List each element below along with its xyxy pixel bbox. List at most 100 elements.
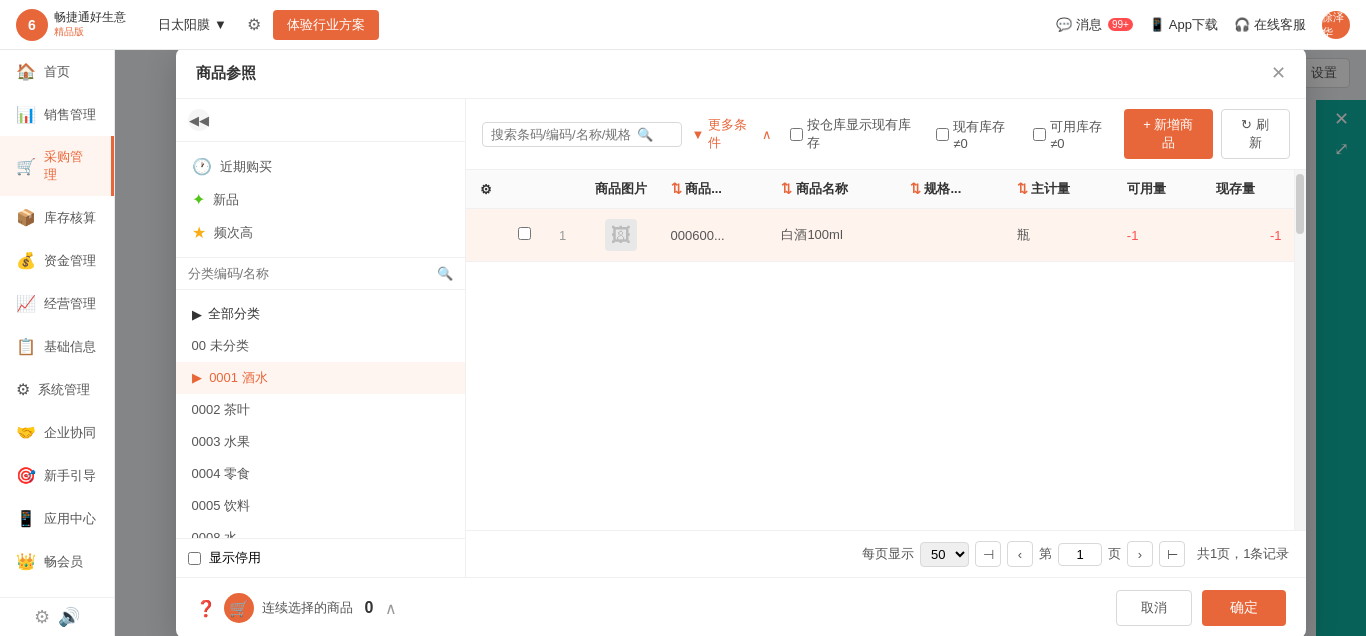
gear-icon[interactable]: ⚙ <box>247 15 261 34</box>
category-item-water[interactable]: 0008 水 <box>176 522 465 538</box>
message-icon: 💬 <box>1056 17 1072 32</box>
sidebar-item-enterprise[interactable]: 🤝 企业协同 <box>0 411 114 454</box>
available-stock-checkbox-input[interactable] <box>1033 128 1046 141</box>
confirm-button[interactable]: 确定 <box>1202 590 1286 626</box>
page-unit-label: 页 <box>1108 545 1121 563</box>
add-product-btn[interactable]: + 新增商品 <box>1124 109 1212 159</box>
modal-header: 商品参照 ✕ <box>176 50 1306 99</box>
recent-icon: 🕐 <box>192 157 212 176</box>
first-page-icon: ⊣ <box>983 547 994 562</box>
category-item-snacks[interactable]: 0004 零食 <box>176 458 465 490</box>
col-header-code: ⇅ 商品... <box>659 170 770 209</box>
sort-code-icon[interactable]: ⇅ <box>671 181 682 196</box>
app-download-item[interactable]: 📱 App下载 <box>1149 16 1218 34</box>
online-service-item[interactable]: 🎧 在线客服 <box>1234 16 1306 34</box>
col-header-name: ⇅ 商品名称 <box>769 170 897 209</box>
sidebar-item-inventory[interactable]: 📦 库存核算 <box>0 196 114 239</box>
next-page-btn[interactable]: › <box>1127 541 1153 567</box>
quick-filter-new[interactable]: ✦ 新品 <box>176 183 465 216</box>
sidebar-item-home[interactable]: 🏠 首页 <box>0 50 114 93</box>
category-search-icon[interactable]: 🔍 <box>437 266 453 281</box>
modal-left-top: ◀◀ <box>176 99 465 142</box>
product-image: 🖼 <box>605 219 637 251</box>
home-icon: 🏠 <box>16 62 36 81</box>
first-page-btn[interactable]: ⊣ <box>975 541 1001 567</box>
sidebar-item-system[interactable]: ⚙ 系统管理 <box>0 368 114 411</box>
user-item[interactable]: 徐泽华 <box>1322 11 1350 39</box>
messages-item[interactable]: 💬 消息 99+ <box>1056 16 1133 34</box>
product-table: ⚙ 商品图片 ⇅ 商品... <box>466 170 1294 262</box>
col-header-stock: 现存量 <box>1204 170 1293 209</box>
modal-close-button[interactable]: ✕ <box>1271 62 1286 84</box>
sidebar-item-vip[interactable]: 👑 畅会员 <box>0 540 114 583</box>
checkbox-available-stock[interactable]: 可用库存≠0 <box>1033 118 1114 151</box>
collapse-left-btn[interactable]: ◀◀ <box>188 109 210 131</box>
row-checkbox[interactable] <box>506 209 543 262</box>
guide-icon: 🎯 <box>16 466 36 485</box>
settings-bottom-icon[interactable]: ⚙ <box>34 606 50 628</box>
prev-page-icon: ‹ <box>1018 547 1022 562</box>
quick-filter-recent[interactable]: 🕐 近期购买 <box>176 150 465 183</box>
row-num: 1 <box>543 209 583 262</box>
row-code: 000600... <box>659 209 770 262</box>
cancel-button[interactable]: 取消 <box>1116 590 1192 626</box>
per-page-select[interactable]: 50 <box>920 542 969 567</box>
checkbox-warehouse[interactable]: 按仓库显示现有库存 <box>790 116 920 152</box>
modal-footer: ❓ 🛒 连续选择的商品 0 ∧ 取消 确定 <box>176 577 1306 636</box>
search-icon[interactable]: 🔍 <box>637 127 653 142</box>
category-search: 🔍 <box>176 258 465 290</box>
sort-name-icon[interactable]: ⇅ <box>781 181 792 196</box>
phone-icon: 📱 <box>1149 17 1165 32</box>
refresh-btn[interactable]: ↻ 刷新 <box>1221 109 1290 159</box>
modal-toolbar: 🔍 ▼ 更多条件 ∧ 按仓库显示现有库存 现 <box>466 99 1306 170</box>
table-row[interactable]: 1 🖼 000600... 白酒100ml <box>466 209 1294 262</box>
sidebar-item-sales[interactable]: 📊 销售管理 <box>0 93 114 136</box>
experience-btn[interactable]: 体验行业方案 <box>273 10 379 40</box>
category-all[interactable]: ▶ 全部分类 <box>176 298 465 330</box>
category-item-liquor[interactable]: ▶ 0001 酒水 <box>176 362 465 394</box>
category-item-tea[interactable]: 0002 茶叶 <box>176 394 465 426</box>
category-item-drinks[interactable]: 0005 饮料 <box>176 490 465 522</box>
page-number-input[interactable] <box>1058 543 1102 566</box>
category-item-uncategorized[interactable]: 00 未分类 <box>176 330 465 362</box>
quick-filter-frequent[interactable]: ★ 频次高 <box>176 216 465 249</box>
show-disabled-checkbox[interactable] <box>188 552 201 565</box>
sidebar-item-purchase[interactable]: 🛒 采购管理 <box>0 136 114 196</box>
col-header-img: 商品图片 <box>583 170 659 209</box>
header-right: 💬 消息 99+ 📱 App下载 🎧 在线客服 徐泽华 <box>1056 11 1350 39</box>
enterprise-icon: 🤝 <box>16 423 36 442</box>
help-icon[interactable]: ❓ <box>196 599 216 618</box>
quick-filters: 🕐 近期购买 ✦ 新品 ★ 频次高 <box>176 142 465 258</box>
all-arrow-icon: ▶ <box>192 307 202 322</box>
category-item-fruit[interactable]: 0003 水果 <box>176 426 465 458</box>
footer-collapse-icon[interactable]: ∧ <box>385 599 397 618</box>
warehouse-checkbox-input[interactable] <box>790 128 803 141</box>
info-icon: 📋 <box>16 337 36 356</box>
nav-dropdown[interactable]: 日太阳膜 ▼ <box>150 12 235 38</box>
row-checkbox-input[interactable] <box>518 227 531 240</box>
top-header: 6 畅捷通好生意 精品版 日太阳膜 ▼ ⚙ 体验行业方案 💬 消息 99+ 📱 … <box>0 0 1366 50</box>
current-stock-checkbox-input[interactable] <box>936 128 949 141</box>
modal-title: 商品参照 <box>196 64 256 83</box>
row-stock: -1 <box>1204 209 1293 262</box>
sort-unit-icon[interactable]: ⇅ <box>1017 181 1028 196</box>
avatar: 徐泽华 <box>1322 11 1350 39</box>
category-search-input[interactable] <box>188 266 431 281</box>
next-page-icon: › <box>1138 547 1142 562</box>
sort-spec-icon[interactable]: ⇅ <box>910 181 921 196</box>
sidebar-item-finance[interactable]: 💰 资金管理 <box>0 239 114 282</box>
prev-page-btn[interactable]: ‹ <box>1007 541 1033 567</box>
col-header-num <box>543 170 583 209</box>
sidebar-item-business[interactable]: 📈 经营管理 <box>0 282 114 325</box>
sidebar-item-apps[interactable]: 📱 应用中心 <box>0 497 114 540</box>
table-scrollbar[interactable] <box>1294 170 1306 530</box>
sidebar-item-basic-info[interactable]: 📋 基础信息 <box>0 325 114 368</box>
sidebar-item-guide[interactable]: 🎯 新手引导 <box>0 454 114 497</box>
filter-btn[interactable]: ▼ 更多条件 ∧ <box>692 116 773 152</box>
product-search-input[interactable] <box>491 127 631 142</box>
logo-sub: 精品版 <box>54 25 126 39</box>
checkbox-current-stock[interactable]: 现有库存≠0 <box>936 118 1017 151</box>
last-page-btn[interactable]: ⊢ <box>1159 541 1185 567</box>
business-icon: 📈 <box>16 294 36 313</box>
volume-icon[interactable]: 🔊 <box>58 606 80 628</box>
